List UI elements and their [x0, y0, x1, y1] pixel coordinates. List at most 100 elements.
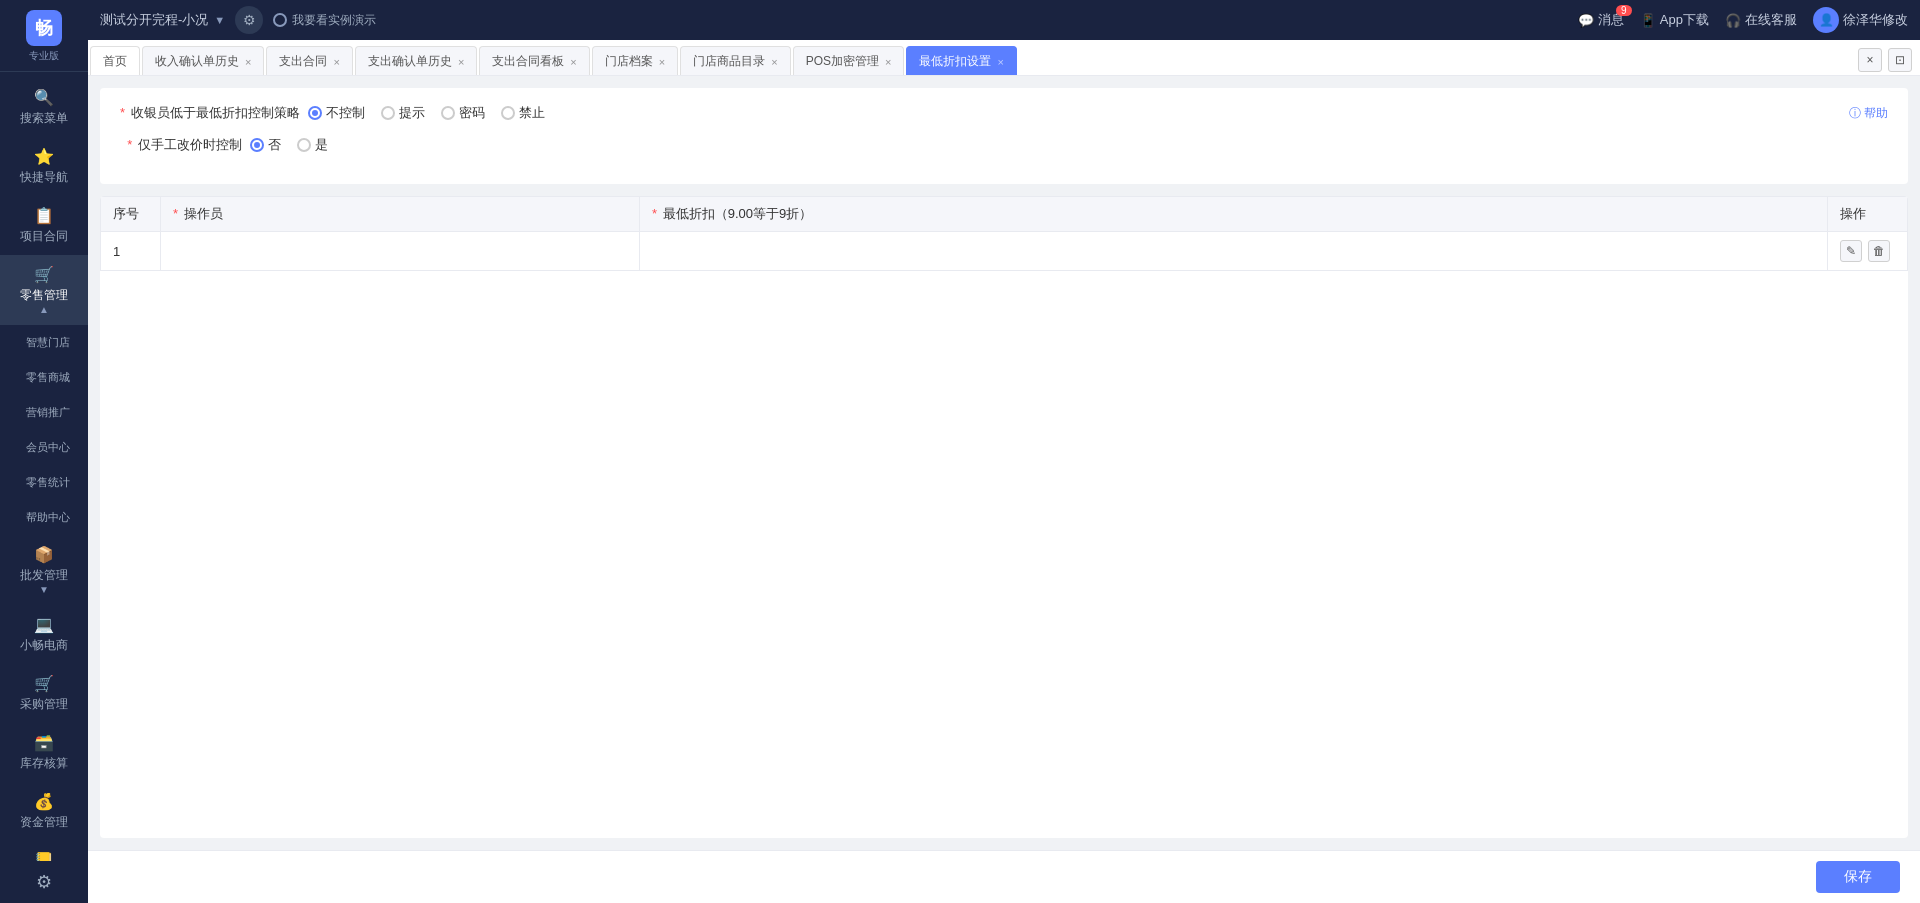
tab-expense-history[interactable]: 支出确认单历史 × [355, 46, 477, 76]
cell-actions: ✎ 🗑 [1828, 232, 1908, 271]
settings-icon[interactable]: ⚙ [36, 871, 52, 893]
tab-expense-board[interactable]: 支出合同看板 × [479, 46, 589, 76]
tab-store-product[interactable]: 门店商品目录 × [680, 46, 790, 76]
sidebar-item-retail-stats[interactable]: 零售统计 [0, 465, 88, 500]
sidebar-item-ledger[interactable]: 📒 总账管理 [0, 841, 88, 861]
tabbar-right-btns: × ⊡ [1858, 45, 1920, 75]
col-seq: 序号 [101, 197, 161, 232]
sidebar-item-finance[interactable]: 💰 资金管理 [0, 782, 88, 841]
sidebar-item-retail[interactable]: 🛒 零售管理 ▲ [0, 255, 88, 325]
tab-store-file-close[interactable]: × [659, 56, 665, 68]
sidebar-item-smart-store-label: 智慧门店 [26, 335, 70, 350]
app-download-button[interactable]: 📱 App下载 [1640, 11, 1709, 29]
table-header-row: 序号 * 操作员 * 最低折扣（9.00等于9折） 操作 [101, 197, 1908, 232]
help-link[interactable]: ⓘ 帮助 [1849, 105, 1888, 122]
ecommerce-icon: 💻 [34, 615, 54, 634]
cell-seq: 1 [101, 232, 161, 271]
sidebar-item-help[interactable]: 帮助中心 [0, 500, 88, 535]
tab-income-history-close[interactable]: × [245, 56, 251, 68]
radio-no-control-circle [308, 106, 322, 120]
sidebar-item-project[interactable]: 📋 项目合同 [0, 196, 88, 255]
inventory-icon: 🗃️ [34, 733, 54, 752]
radio-yes[interactable]: 是 [297, 136, 328, 154]
topbar-project-selector[interactable]: 测试分开完程-小况 ▼ [100, 11, 225, 29]
tab-store-file[interactable]: 门店档案 × [592, 46, 678, 76]
tab-min-discount-label: 最低折扣设置 [919, 53, 991, 70]
tab-expense-board-close[interactable]: × [570, 56, 576, 68]
tab-home-label: 首页 [103, 53, 127, 70]
radio-hint[interactable]: 提示 [381, 104, 425, 122]
app-logo-icon: 畅 [26, 10, 62, 46]
sidebar-item-ecommerce[interactable]: 💻 小畅电商 [0, 605, 88, 664]
tab-pos-encrypt[interactable]: POS加密管理 × [793, 46, 905, 76]
topbar-left: 测试分开完程-小况 ▼ ⚙ 我要看实例演示 [100, 6, 376, 34]
topbar-settings-button[interactable]: ⚙ [235, 6, 263, 34]
tab-income-history[interactable]: 收入确认单历史 × [142, 46, 264, 76]
tab-store-product-label: 门店商品目录 [693, 53, 765, 70]
radio-no[interactable]: 否 [250, 136, 281, 154]
tab-min-discount[interactable]: 最低折扣设置 × [906, 46, 1016, 76]
radio-hint-label: 提示 [399, 104, 425, 122]
tab-expense-history-label: 支出确认单历史 [368, 53, 452, 70]
topbar-demo-button[interactable]: 我要看实例演示 [273, 12, 376, 29]
contract-icon: 📋 [34, 206, 54, 225]
col-actions: 操作 [1828, 197, 1908, 232]
tab-expense-history-close[interactable]: × [458, 56, 464, 68]
sidebar-item-finance-label: 资金管理 [20, 814, 68, 831]
purchase-icon: 🛒 [34, 674, 54, 693]
tab-expense-contract-close[interactable]: × [333, 56, 339, 68]
tab-store-product-close[interactable]: × [771, 56, 777, 68]
radio-hint-circle [381, 106, 395, 120]
gear-icon: ⚙ [243, 12, 256, 28]
messages-button[interactable]: 💬 消息 9 [1578, 11, 1624, 29]
radio-forbid[interactable]: 禁止 [501, 104, 545, 122]
sidebar-item-marketing[interactable]: 营销推广 [0, 395, 88, 430]
tab-pos-encrypt-close[interactable]: × [885, 56, 891, 68]
row-actions: ✎ 🗑 [1840, 240, 1895, 262]
user-menu-button[interactable]: 👤 徐泽华修改 [1813, 7, 1908, 33]
sidebar-item-purchase[interactable]: 🛒 采购管理 [0, 664, 88, 723]
form-label-strategy: * 收银员低于最低折扣控制策略 [120, 104, 308, 122]
cell-min-discount[interactable] [640, 232, 1828, 271]
sidebar-item-retail-label: 零售管理 [20, 287, 68, 304]
sidebar-item-retail-mall-label: 零售商城 [26, 370, 70, 385]
cell-operator[interactable] [161, 232, 640, 271]
retail-icon: 🛒 [34, 265, 54, 284]
sidebar-item-purchase-label: 采购管理 [20, 696, 68, 713]
tab-pos-encrypt-label: POS加密管理 [806, 53, 879, 70]
search-icon: 🔍 [34, 88, 54, 107]
delete-row-button[interactable]: 🗑 [1868, 240, 1890, 262]
tab-min-discount-close[interactable]: × [997, 56, 1003, 68]
sidebar-item-wholesale[interactable]: 📦 批发管理 ▼ [0, 535, 88, 605]
tabbar: 首页 收入确认单历史 × 支出合同 × 支出确认单历史 × 支出合同看板 × 门… [88, 40, 1920, 76]
tab-restore-button[interactable]: ⊡ [1888, 48, 1912, 72]
help-label: 帮助 [1864, 105, 1888, 122]
sidebar-item-member[interactable]: 会员中心 [0, 430, 88, 465]
radio-forbid-circle [501, 106, 515, 120]
tab-expense-contract[interactable]: 支出合同 × [266, 46, 352, 76]
sidebar-item-search[interactable]: 🔍 搜索菜单 [0, 78, 88, 137]
save-button[interactable]: 保存 [1816, 861, 1900, 893]
table-row: 1 ✎ 🗑 [101, 232, 1908, 271]
sidebar-item-retail-mall[interactable]: 零售商城 [0, 360, 88, 395]
topbar: 测试分开完程-小况 ▼ ⚙ 我要看实例演示 💬 消息 9 📱 App下载 [88, 0, 1920, 40]
edit-row-button[interactable]: ✎ [1840, 240, 1862, 262]
sidebar-bottom: ⚙ [0, 861, 88, 903]
online-service-button[interactable]: 🎧 在线客服 [1725, 11, 1797, 29]
sidebar-item-marketing-label: 营销推广 [26, 405, 70, 420]
tab-home[interactable]: 首页 [90, 46, 140, 76]
sidebar-item-quicknav[interactable]: ⭐ 快捷导航 [0, 137, 88, 196]
radio-no-control-label: 不控制 [326, 104, 365, 122]
sidebar-item-ecommerce-label: 小畅电商 [20, 637, 68, 654]
radio-forbid-label: 禁止 [519, 104, 545, 122]
tab-close-button[interactable]: × [1858, 48, 1882, 72]
main-area: 测试分开完程-小况 ▼ ⚙ 我要看实例演示 💬 消息 9 📱 App下载 [88, 0, 1920, 903]
radio-password[interactable]: 密码 [441, 104, 485, 122]
radio-no-control[interactable]: 不控制 [308, 104, 365, 122]
service-icon: 🎧 [1725, 13, 1741, 28]
topbar-app-download-label: App下载 [1660, 11, 1709, 29]
topbar-project-name: 测试分开完程-小况 [100, 11, 208, 29]
sidebar-item-inventory[interactable]: 🗃️ 库存核算 [0, 723, 88, 782]
sidebar-item-smart-store[interactable]: 智慧门店 [0, 325, 88, 360]
topbar-right: 💬 消息 9 📱 App下载 🎧 在线客服 👤 徐泽华修改 [1578, 7, 1908, 33]
